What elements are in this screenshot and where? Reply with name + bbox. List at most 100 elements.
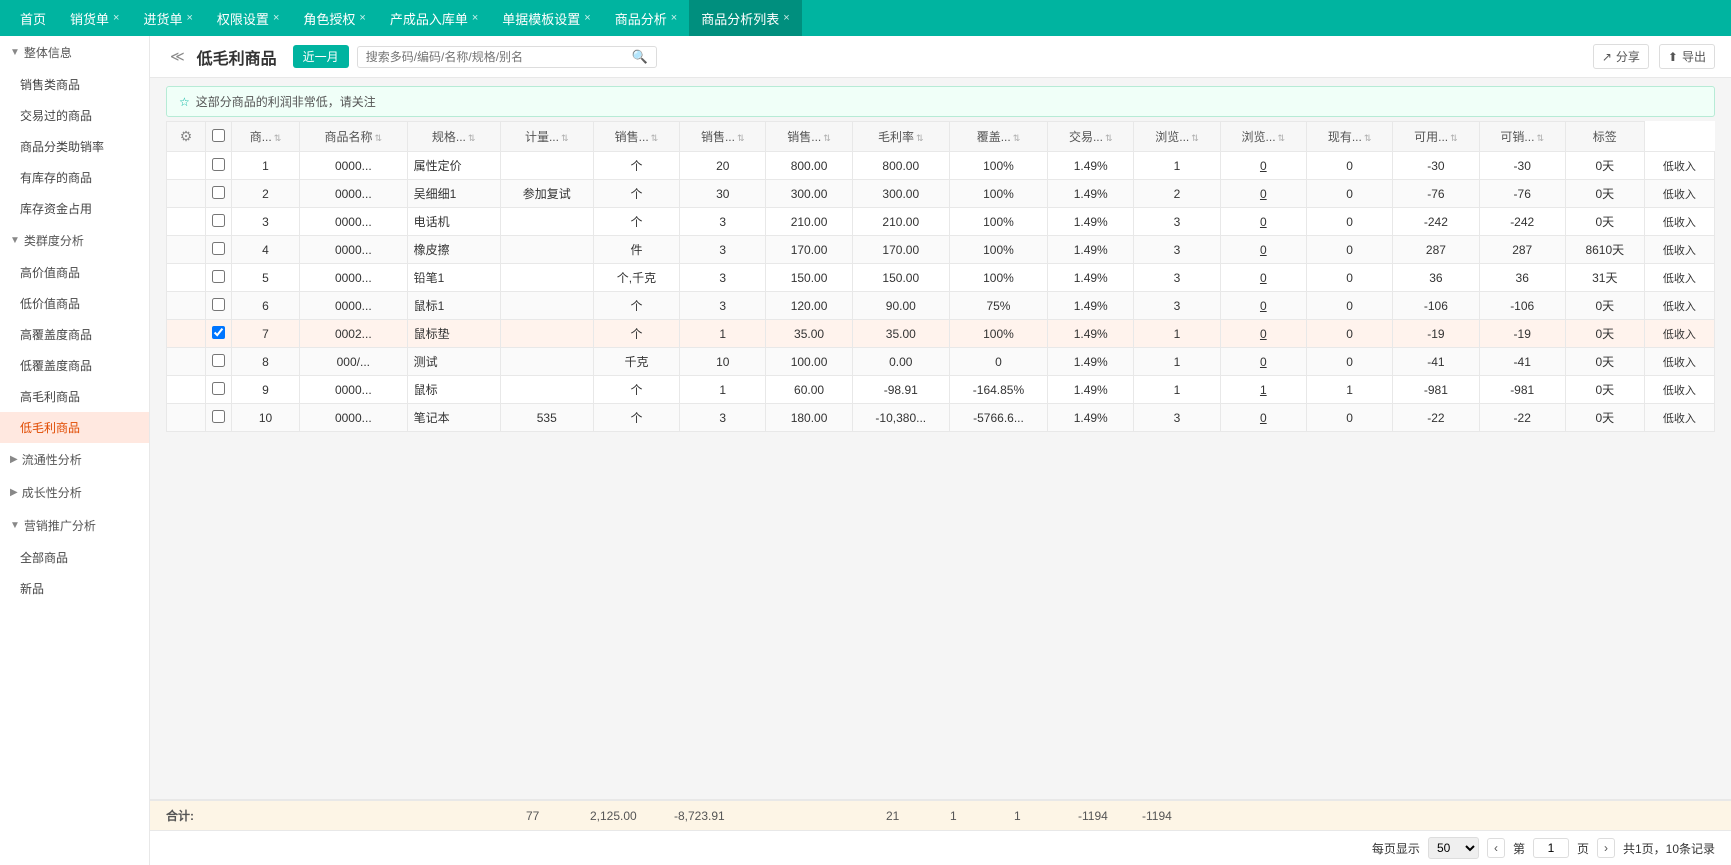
- sidebar-item-all-goods[interactable]: 全部商品: [0, 542, 149, 573]
- col-current[interactable]: 现有...⇅: [1306, 122, 1392, 152]
- row-name-2[interactable]: 吴细细1: [407, 180, 500, 208]
- page-number-input[interactable]: [1533, 838, 1569, 858]
- sidebar-item-stock-goods[interactable]: 有库存的商品: [0, 162, 149, 193]
- per-page-select[interactable]: 50 100 200: [1428, 837, 1479, 859]
- row-checkbox-2[interactable]: [212, 186, 225, 199]
- export-btn[interactable]: ⬆ 导出: [1659, 44, 1715, 69]
- sort-sale-profit-icon[interactable]: ⇅: [823, 133, 831, 143]
- close-template-icon[interactable]: ×: [584, 12, 590, 24]
- sidebar-item-low-coverage[interactable]: 低覆盖度商品: [0, 350, 149, 381]
- search-input[interactable]: [366, 50, 632, 64]
- col-spec[interactable]: 规格...⇅: [407, 122, 500, 152]
- sidebar-item-stock-capital[interactable]: 库存资金占用: [0, 193, 149, 224]
- sidebar-collapse-btn[interactable]: ≪: [166, 48, 189, 65]
- col-settings[interactable]: ⚙: [167, 122, 206, 152]
- row-checkbox-1[interactable]: [212, 158, 225, 171]
- nav-item-sales[interactable]: 销货单 ×: [58, 0, 131, 36]
- row-checkbox-cell[interactable]: [206, 236, 232, 264]
- sidebar-item-low-value[interactable]: 低价值商品: [0, 288, 149, 319]
- sidebar-item-sales-goods[interactable]: 销售类商品: [0, 69, 149, 100]
- col-browse1[interactable]: 浏览...⇅: [1134, 122, 1220, 152]
- row-checkbox-cell[interactable]: [206, 376, 232, 404]
- sidebar-group-flow[interactable]: ▶ 流通性分析: [0, 443, 149, 476]
- sort-coverage-icon[interactable]: ⇅: [1013, 133, 1021, 143]
- row-browse1-2[interactable]: 0: [1220, 180, 1306, 208]
- nav-item-template[interactable]: 单据模板设置 ×: [490, 0, 602, 36]
- row-checkbox-8[interactable]: [212, 354, 225, 367]
- row-checkbox-cell[interactable]: [206, 404, 232, 432]
- col-gross-rate[interactable]: 毛利率⇅: [852, 122, 949, 152]
- nav-item-product-in[interactable]: 产成品入库单 ×: [378, 0, 490, 36]
- col-tag[interactable]: 标签: [1565, 122, 1644, 152]
- close-goods-analysis-icon[interactable]: ×: [671, 12, 677, 24]
- sort-code-icon[interactable]: ⇅: [274, 133, 282, 143]
- row-checkbox-6[interactable]: [212, 298, 225, 311]
- col-code[interactable]: 商...⇅: [232, 122, 300, 152]
- row-browse1-4[interactable]: 0: [1220, 236, 1306, 264]
- row-browse1-10[interactable]: 0: [1220, 404, 1306, 432]
- row-name-6[interactable]: 鼠标1: [407, 292, 500, 320]
- sort-gross-rate-icon[interactable]: ⇅: [916, 133, 924, 143]
- browse1-link-8[interactable]: 0: [1260, 355, 1267, 369]
- sidebar-item-new-goods[interactable]: 新品: [0, 573, 149, 604]
- sort-browse2-icon[interactable]: ⇅: [1278, 133, 1286, 143]
- row-checkbox-cell[interactable]: [206, 348, 232, 376]
- browse1-link-5[interactable]: 0: [1260, 271, 1267, 285]
- sort-name-icon[interactable]: ⇅: [375, 133, 383, 143]
- sort-sale-amount-icon[interactable]: ⇅: [737, 133, 745, 143]
- sort-browse1-icon[interactable]: ⇅: [1191, 133, 1199, 143]
- row-checkbox-cell[interactable]: [206, 208, 232, 236]
- row-name-4[interactable]: 橡皮擦: [407, 236, 500, 264]
- row-name-3[interactable]: 电话机: [407, 208, 500, 236]
- row-checkbox-cell[interactable]: [206, 180, 232, 208]
- nav-item-role-auth[interactable]: 角色授权 ×: [291, 0, 377, 36]
- nav-item-purchase[interactable]: 进货单 ×: [131, 0, 204, 36]
- row-name-5[interactable]: 铅笔1: [407, 264, 500, 292]
- sidebar-group-overall[interactable]: ▼ 整体信息: [0, 36, 149, 69]
- row-checkbox-10[interactable]: [212, 410, 225, 423]
- row-checkbox-5[interactable]: [212, 270, 225, 283]
- close-role-auth-icon[interactable]: ×: [359, 12, 365, 24]
- sidebar-item-low-margin[interactable]: 低毛利商品: [0, 412, 149, 443]
- row-browse1-3[interactable]: 0: [1220, 208, 1306, 236]
- nav-item-permissions[interactable]: 权限设置 ×: [205, 0, 291, 36]
- row-browse1-7[interactable]: 0: [1220, 320, 1306, 348]
- nav-item-home[interactable]: 首页: [8, 0, 58, 36]
- col-sale-amount[interactable]: 销售...⇅: [680, 122, 766, 152]
- sidebar-group-marketing[interactable]: ▼ 营销推广分析: [0, 509, 149, 542]
- col-coverage[interactable]: 覆盖...⇅: [949, 122, 1047, 152]
- sidebar-group-growth[interactable]: ▶ 成长性分析: [0, 476, 149, 509]
- col-name[interactable]: 商品名称⇅: [299, 122, 407, 152]
- next-page-btn[interactable]: ›: [1597, 838, 1615, 858]
- row-browse1-9[interactable]: 1: [1220, 376, 1306, 404]
- browse1-link-1[interactable]: 0: [1260, 159, 1267, 173]
- row-name-10[interactable]: 笔记本: [407, 404, 500, 432]
- sidebar-item-high-coverage[interactable]: 高覆盖度商品: [0, 319, 149, 350]
- row-checkbox-cell[interactable]: [206, 264, 232, 292]
- browse1-link-6[interactable]: 0: [1260, 299, 1267, 313]
- col-unit[interactable]: 计量...⇅: [500, 122, 593, 152]
- share-btn[interactable]: ↗ 分享: [1593, 44, 1649, 69]
- sidebar-item-category-rate[interactable]: 商品分类助销率: [0, 131, 149, 162]
- row-name-9[interactable]: 鼠标: [407, 376, 500, 404]
- nav-item-goods-analysis-list[interactable]: 商品分析列表 ×: [689, 0, 801, 36]
- row-name-1[interactable]: 属性定价: [407, 152, 500, 180]
- row-checkbox-cell[interactable]: [206, 292, 232, 320]
- browse1-link-9[interactable]: 1: [1260, 383, 1267, 397]
- settings-icon[interactable]: ⚙: [180, 128, 193, 144]
- sort-sale-qty-icon[interactable]: ⇅: [651, 133, 659, 143]
- nav-item-goods-analysis[interactable]: 商品分析 ×: [603, 0, 689, 36]
- sort-unit-icon[interactable]: ⇅: [561, 133, 569, 143]
- sort-trade-icon[interactable]: ⇅: [1105, 133, 1113, 143]
- sort-spec-icon[interactable]: ⇅: [468, 133, 476, 143]
- col-trade[interactable]: 交易...⇅: [1048, 122, 1134, 152]
- browse1-link-7[interactable]: 0: [1260, 327, 1267, 341]
- row-checkbox-cell[interactable]: [206, 320, 232, 348]
- sort-current-icon[interactable]: ⇅: [1364, 133, 1372, 143]
- row-browse1-6[interactable]: 0: [1220, 292, 1306, 320]
- row-browse1-8[interactable]: 0: [1220, 348, 1306, 376]
- browse1-link-4[interactable]: 0: [1260, 243, 1267, 257]
- sidebar-item-high-value[interactable]: 高价值商品: [0, 257, 149, 288]
- sidebar-item-high-margin[interactable]: 高毛利商品: [0, 381, 149, 412]
- row-checkbox-cell[interactable]: [206, 152, 232, 180]
